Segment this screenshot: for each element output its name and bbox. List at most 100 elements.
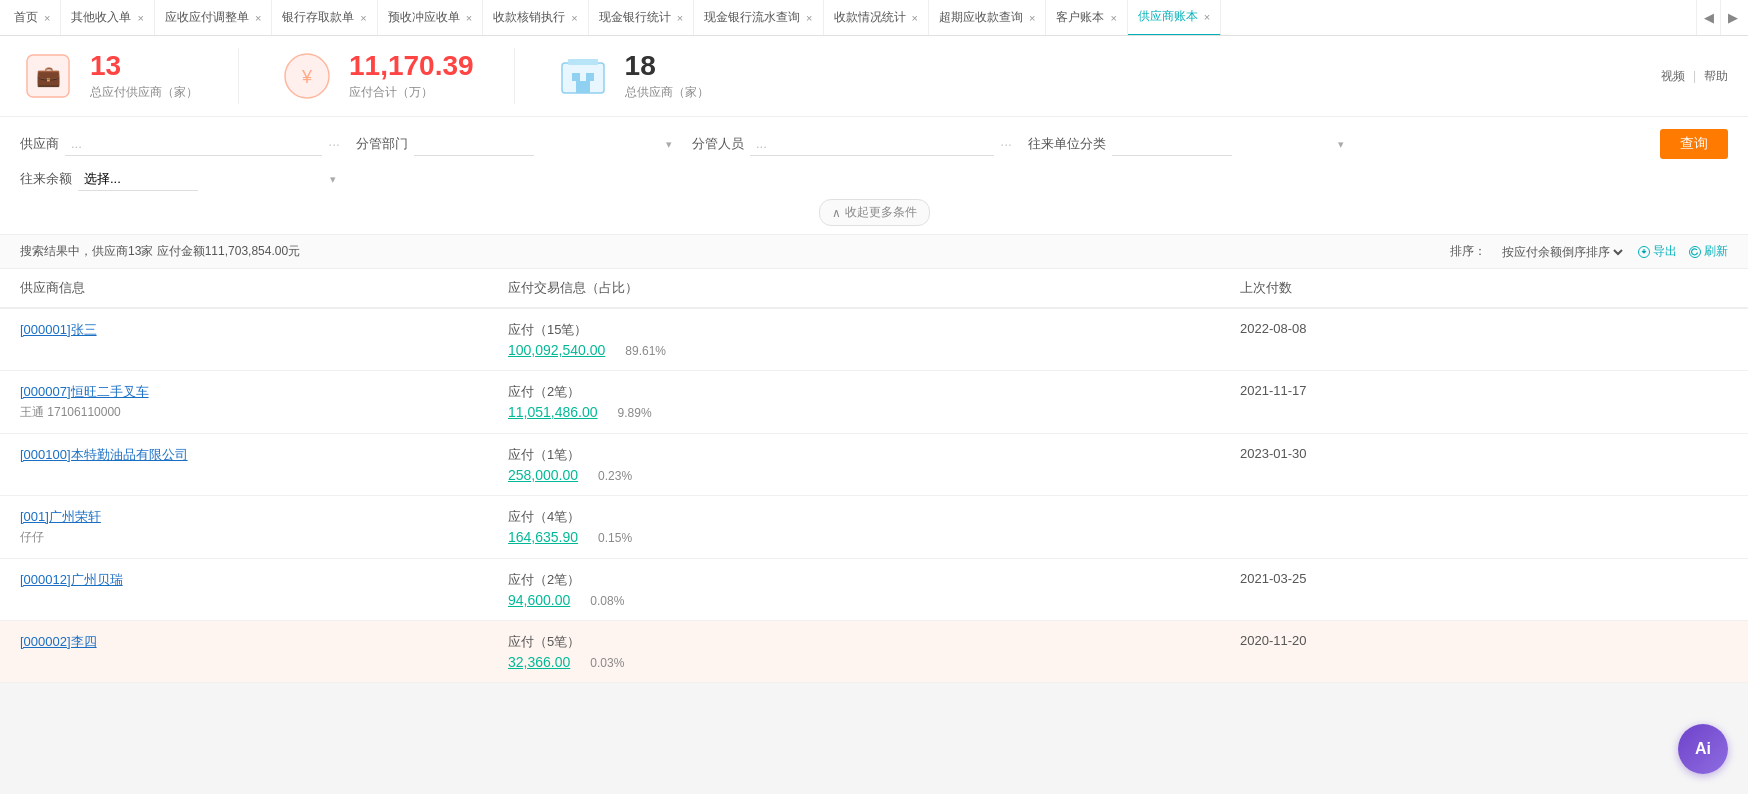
- tx-info-cell: 应付（1笔） 258,000.00 0.23%: [508, 446, 1240, 483]
- supplier-dots-icon[interactable]: ···: [328, 136, 340, 152]
- category-select[interactable]: [1112, 132, 1232, 156]
- tx-percent: 9.89%: [618, 406, 652, 420]
- close-icon[interactable]: ×: [806, 12, 812, 24]
- nav-arrows: ◀ ▶: [1696, 0, 1744, 36]
- total-payable-num: 11,170.39: [349, 52, 474, 80]
- nav-tab-supplier-account[interactable]: 供应商账本 ×: [1128, 0, 1221, 36]
- close-icon[interactable]: ×: [137, 12, 143, 24]
- supplier-link[interactable]: [000012]广州贝瑞: [20, 572, 123, 587]
- ai-assistant-button[interactable]: Ai: [1678, 724, 1728, 774]
- nav-tab-home[interactable]: 首页 ×: [4, 0, 61, 36]
- header-tx-info: 应付交易信息（占比）: [508, 279, 1240, 297]
- supplier-label: 供应商: [20, 135, 59, 153]
- last-pay-cell: 2023-01-30: [1240, 446, 1728, 461]
- nav-right-arrow[interactable]: ▶: [1720, 0, 1744, 36]
- department-chevron-icon: ▾: [666, 138, 672, 151]
- table-row: [001]广州荣轩 仔仔 应付（4笔） 164,635.90 0.15%: [0, 496, 1748, 559]
- table-row: [000100]本特勤油品有限公司 应付（1笔） 258,000.00 0.23…: [0, 434, 1748, 496]
- supplier-link[interactable]: [000100]本特勤油品有限公司: [20, 447, 188, 462]
- supplier-info-cell: [000001]张三: [20, 321, 508, 339]
- tx-amount[interactable]: 258,000.00: [508, 467, 578, 483]
- tx-label: 应付（5笔）: [508, 633, 1240, 651]
- person-input[interactable]: [750, 132, 994, 156]
- nav-tab-overdue-query[interactable]: 超期应收款查询 ×: [929, 0, 1046, 36]
- header-last-pay: 上次付数: [1240, 279, 1728, 297]
- supplier-link[interactable]: [001]广州荣轩: [20, 509, 101, 524]
- table-header: 供应商信息 应付交易信息（占比） 上次付数: [0, 269, 1748, 309]
- refresh-button[interactable]: 刷新: [1689, 243, 1728, 260]
- tx-percent: 0.03%: [590, 656, 624, 670]
- supplier-link[interactable]: [000001]张三: [20, 322, 97, 337]
- balance-select-wrap: 选择... ▾: [78, 167, 340, 191]
- nav-tab-prepay-charge[interactable]: 预收冲应收单 ×: [378, 0, 483, 36]
- nav-tab-receipt-exec[interactable]: 收款核销执行 ×: [483, 0, 588, 36]
- tx-percent: 89.61%: [625, 344, 666, 358]
- last-pay-date: 2020-11-20: [1240, 633, 1307, 648]
- category-chevron-icon: ▾: [1338, 138, 1344, 151]
- filter-balance: 往来余额 选择... ▾: [20, 167, 340, 191]
- nav-tab-customer-account[interactable]: 客户账本 ×: [1046, 0, 1127, 36]
- tx-label: 应付（2笔）: [508, 383, 1240, 401]
- tx-amount[interactable]: 11,051,486.00: [508, 404, 598, 420]
- close-icon[interactable]: ×: [1029, 12, 1035, 24]
- close-icon[interactable]: ×: [360, 12, 366, 24]
- table-row: [000002]李四 应付（5笔） 32,366.00 0.03% 2020-1…: [0, 621, 1748, 683]
- nav-tab-cash-bank-flow[interactable]: 现金银行流水查询 ×: [694, 0, 823, 36]
- close-icon[interactable]: ×: [1204, 11, 1210, 23]
- person-dots-icon[interactable]: ···: [1000, 136, 1012, 152]
- filter-department: 分管部门 ▾: [356, 132, 676, 156]
- svg-rect-6: [586, 73, 594, 81]
- balance-select[interactable]: 选择...: [78, 167, 198, 191]
- category-label: 往来单位分类: [1028, 135, 1106, 153]
- supplier-input[interactable]: [65, 132, 322, 156]
- close-icon[interactable]: ×: [912, 12, 918, 24]
- close-icon[interactable]: ×: [1110, 12, 1116, 24]
- export-button[interactable]: 导出: [1638, 243, 1677, 260]
- filter-row-2: 往来余额 选择... ▾: [20, 167, 1728, 191]
- svg-text:💼: 💼: [36, 64, 61, 88]
- payable-suppliers-label: 总应付供应商（家）: [90, 84, 198, 101]
- help-link[interactable]: 帮助: [1704, 68, 1728, 85]
- tx-percent: 0.08%: [590, 594, 624, 608]
- nav-tab-receipt-stat[interactable]: 收款情况统计 ×: [824, 0, 929, 36]
- person-label: 分管人员: [692, 135, 744, 153]
- supplier-info-cell: [000012]广州贝瑞: [20, 571, 508, 589]
- supplier-link[interactable]: [000007]恒旺二手叉车: [20, 384, 149, 399]
- department-select[interactable]: [414, 132, 534, 156]
- sort-select[interactable]: 按应付余额倒序排序: [1498, 244, 1626, 260]
- tx-amount[interactable]: 164,635.90: [508, 529, 578, 545]
- sort-label: 排序：: [1450, 243, 1486, 260]
- supplier-link[interactable]: [000002]李四: [20, 634, 97, 649]
- collapse-button[interactable]: ∧ 收起更多条件: [819, 199, 930, 226]
- total-payable-icon: ¥: [279, 48, 335, 104]
- summary-text-total-payable: 11,170.39 应付合计（万）: [349, 52, 474, 101]
- close-icon[interactable]: ×: [466, 12, 472, 24]
- result-bar-actions: 排序： 按应付余额倒序排序 导出 刷新: [1450, 243, 1728, 260]
- summary-header: 💼 13 总应付供应商（家） ¥ 11,170.39 应付合计（万）: [0, 36, 1748, 117]
- last-pay-cell: 2022-08-08: [1240, 321, 1728, 336]
- close-icon[interactable]: ×: [44, 12, 50, 24]
- close-icon[interactable]: ×: [571, 12, 577, 24]
- tx-amount[interactable]: 94,600.00: [508, 592, 570, 608]
- nav-tab-other-income[interactable]: 其他收入单 ×: [61, 0, 154, 36]
- supplier-info-cell: [000002]李四: [20, 633, 508, 651]
- total-payable-label: 应付合计（万）: [349, 84, 474, 101]
- video-link[interactable]: 视频: [1661, 68, 1685, 85]
- tx-amount[interactable]: 32,366.00: [508, 654, 570, 670]
- refresh-icon: [1689, 246, 1701, 258]
- tx-amount[interactable]: 100,092,540.00: [508, 342, 605, 358]
- nav-left-arrow[interactable]: ◀: [1696, 0, 1720, 36]
- close-icon[interactable]: ×: [677, 12, 683, 24]
- total-suppliers-icon: [555, 48, 611, 104]
- supplier-info-cell: [000007]恒旺二手叉车 王通 17106110000: [20, 383, 508, 421]
- summary-text-payable-suppliers: 13 总应付供应商（家）: [90, 52, 198, 101]
- department-label: 分管部门: [356, 135, 408, 153]
- export-label: 导出: [1653, 243, 1677, 260]
- department-select-wrap: ▾: [414, 132, 676, 156]
- nav-tab-cash-bank-stat[interactable]: 现金银行统计 ×: [589, 0, 694, 36]
- query-button[interactable]: 查询: [1660, 129, 1728, 159]
- close-icon[interactable]: ×: [255, 12, 261, 24]
- nav-tab-ap-adjust[interactable]: 应收应付调整单 ×: [155, 0, 272, 36]
- data-table: 供应商信息 应付交易信息（占比） 上次付数 [000001]张三 应付（15笔）…: [0, 269, 1748, 683]
- nav-tab-bank-deposit[interactable]: 银行存取款单 ×: [272, 0, 377, 36]
